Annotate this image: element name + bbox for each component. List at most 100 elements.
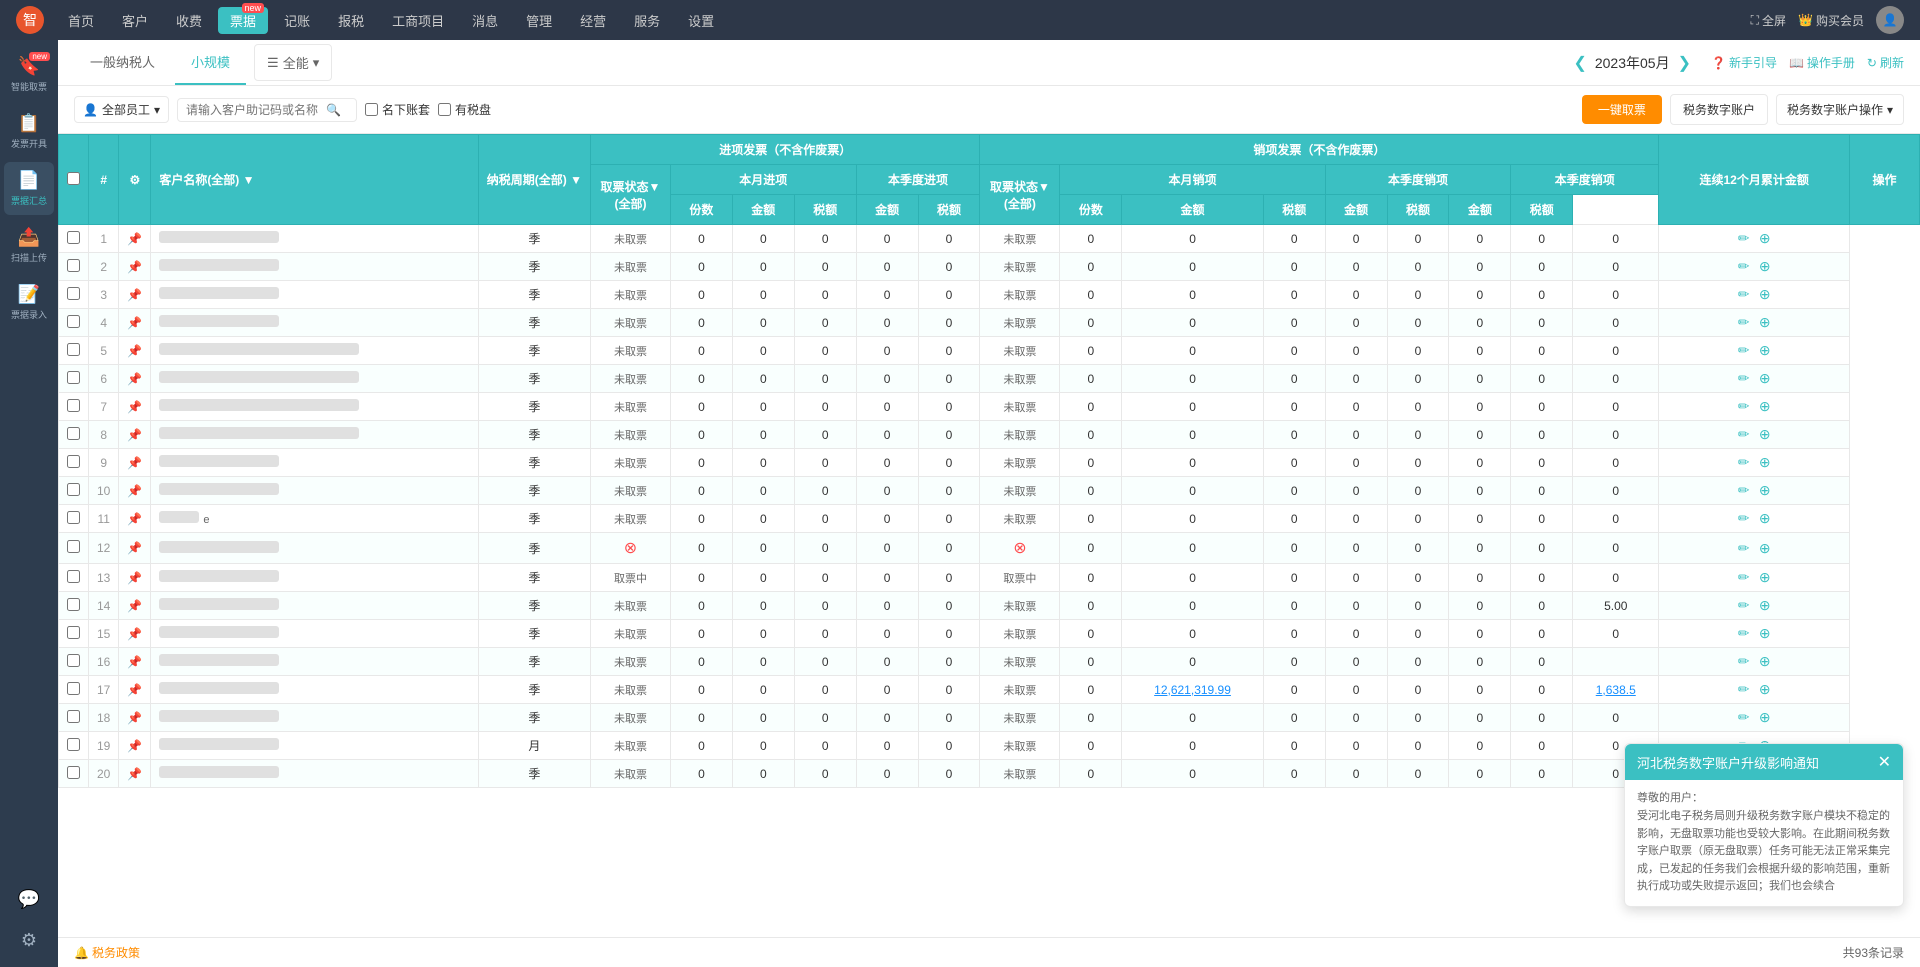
edit-btn-10[interactable]: ✏: [1735, 482, 1753, 498]
copy-btn-15[interactable]: ⊕: [1756, 625, 1774, 641]
cell-pin[interactable]: 📌: [119, 620, 151, 648]
copy-btn-17[interactable]: ⊕: [1756, 681, 1774, 697]
row-checkbox-2[interactable]: [67, 259, 80, 272]
row-checkbox-5[interactable]: [67, 343, 80, 356]
cell-pin[interactable]: 📌: [119, 365, 151, 393]
copy-btn-8[interactable]: ⊕: [1756, 426, 1774, 442]
guide-btn[interactable]: ❓ 新手引导: [1711, 54, 1777, 71]
copy-btn-14[interactable]: ⊕: [1756, 597, 1774, 613]
copy-btn-16[interactable]: ⊕: [1756, 653, 1774, 669]
search-icon[interactable]: 🔍: [326, 103, 341, 117]
th-tax-period[interactable]: 纳税周期(全部) ▼: [478, 135, 590, 225]
nav-item-operation[interactable]: 经营: [568, 7, 618, 34]
nav-item-customer[interactable]: 客户: [110, 7, 160, 34]
edit-btn-15[interactable]: ✏: [1735, 625, 1753, 641]
copy-btn-3[interactable]: ⊕: [1756, 286, 1774, 302]
cell-customer[interactable]: [151, 533, 478, 564]
copy-btn-7[interactable]: ⊕: [1756, 398, 1774, 414]
edit-btn-2[interactable]: ✏: [1735, 258, 1753, 274]
edit-btn-16[interactable]: ✏: [1735, 653, 1753, 669]
cell-pin[interactable]: 📌: [119, 281, 151, 309]
popup-close-btn[interactable]: ✕: [1878, 752, 1891, 772]
edit-btn-4[interactable]: ✏: [1735, 314, 1753, 330]
row-checkbox-19[interactable]: [67, 738, 80, 751]
cell-pin[interactable]: 📌: [119, 337, 151, 365]
edit-btn-1[interactable]: ✏: [1735, 230, 1753, 246]
checkbox-sub-account[interactable]: 名下账套: [365, 101, 430, 118]
cell-customer[interactable]: [151, 620, 478, 648]
cell-customer[interactable]: [151, 732, 478, 760]
edit-btn-17[interactable]: ✏: [1735, 681, 1753, 697]
nav-item-invoice[interactable]: 票据 new: [218, 7, 268, 34]
cell-pin[interactable]: 📌: [119, 421, 151, 449]
row-checkbox-14[interactable]: [67, 598, 80, 611]
cell-pin[interactable]: 📌: [119, 477, 151, 505]
out-amount-link[interactable]: 12,621,319.99: [1154, 683, 1231, 697]
row-checkbox-13[interactable]: [67, 570, 80, 583]
edit-btn-13[interactable]: ✏: [1735, 569, 1753, 585]
row-checkbox-15[interactable]: [67, 626, 80, 639]
sidebar-item-invoice-open[interactable]: 📋 发票开具: [4, 105, 54, 158]
one-key-invoice-btn[interactable]: 一键取票: [1582, 95, 1662, 124]
edit-btn-11[interactable]: ✏: [1735, 510, 1753, 526]
cell-customer[interactable]: e: [151, 505, 478, 533]
edit-btn-5[interactable]: ✏: [1735, 342, 1753, 358]
nav-item-service[interactable]: 服务: [622, 7, 672, 34]
cell-pin[interactable]: 📌: [119, 449, 151, 477]
copy-btn-9[interactable]: ⊕: [1756, 454, 1774, 470]
cell-pin[interactable]: 📌: [119, 393, 151, 421]
nav-item-bookkeeping[interactable]: 记账: [272, 7, 322, 34]
copy-btn-13[interactable]: ⊕: [1756, 569, 1774, 585]
nav-item-message[interactable]: 消息: [460, 7, 510, 34]
cell-pin[interactable]: 📌: [119, 676, 151, 704]
cell-pin[interactable]: 📌: [119, 225, 151, 253]
copy-btn-4[interactable]: ⊕: [1756, 314, 1774, 330]
employee-select[interactable]: 👤 全部员工 ▾: [74, 96, 169, 123]
cell-pin[interactable]: 📌: [119, 648, 151, 676]
copy-btn-1[interactable]: ⊕: [1756, 230, 1774, 246]
edit-btn-3[interactable]: ✏: [1735, 286, 1753, 302]
row-checkbox-1[interactable]: [67, 231, 80, 244]
row-checkbox-16[interactable]: [67, 654, 80, 667]
nav-item-tax[interactable]: 报税: [326, 7, 376, 34]
th-customer[interactable]: 客户名称(全部) ▼: [151, 135, 478, 225]
nav-item-fee[interactable]: 收费: [164, 7, 214, 34]
logo[interactable]: 智: [16, 6, 44, 34]
cell-customer[interactable]: [151, 564, 478, 592]
cell-customer[interactable]: [151, 704, 478, 732]
cell-customer[interactable]: [151, 309, 478, 337]
row-checkbox-18[interactable]: [67, 710, 80, 723]
cell-pin[interactable]: 📌: [119, 760, 151, 788]
checkbox-tax-disk[interactable]: 有税盘: [438, 101, 491, 118]
cell-customer[interactable]: [151, 225, 478, 253]
tax-policy-link[interactable]: 🔔 税务政策: [74, 944, 140, 961]
nav-item-manage[interactable]: 管理: [514, 7, 564, 34]
copy-btn-5[interactable]: ⊕: [1756, 342, 1774, 358]
cell-pin[interactable]: 📌: [119, 564, 151, 592]
copy-btn-6[interactable]: ⊕: [1756, 370, 1774, 386]
cell-customer[interactable]: [151, 760, 478, 788]
th-in-status[interactable]: 取票状态▼(全部): [590, 165, 670, 225]
edit-btn-12[interactable]: ✏: [1735, 540, 1753, 556]
row-checkbox-10[interactable]: [67, 483, 80, 496]
cell-customer[interactable]: [151, 648, 478, 676]
sidebar-item-scan-upload[interactable]: 📤 扫描上传: [4, 219, 54, 272]
cell-customer[interactable]: [151, 365, 478, 393]
sidebar-item-invoice-summary[interactable]: 📄 票据汇总: [4, 162, 54, 215]
tax-digital-action-btn[interactable]: 税务数字账户操作 ▾: [1776, 94, 1904, 125]
nav-item-home[interactable]: 首页: [56, 7, 106, 34]
row-checkbox-9[interactable]: [67, 455, 80, 468]
nav-item-settings[interactable]: 设置: [676, 7, 726, 34]
copy-btn-12[interactable]: ⊕: [1756, 540, 1774, 556]
sidebar-item-invoice-entry[interactable]: 📝 票据录入: [4, 276, 54, 329]
cell-customer[interactable]: [151, 421, 478, 449]
cell-customer[interactable]: [151, 393, 478, 421]
cell-pin[interactable]: 📌: [119, 704, 151, 732]
cell-customer[interactable]: [151, 477, 478, 505]
cell-pin[interactable]: 📌: [119, 592, 151, 620]
row-checkbox-11[interactable]: [67, 511, 80, 524]
row-checkbox-7[interactable]: [67, 399, 80, 412]
edit-btn-6[interactable]: ✏: [1735, 370, 1753, 386]
row-checkbox-12[interactable]: [67, 540, 80, 553]
copy-btn-2[interactable]: ⊕: [1756, 258, 1774, 274]
